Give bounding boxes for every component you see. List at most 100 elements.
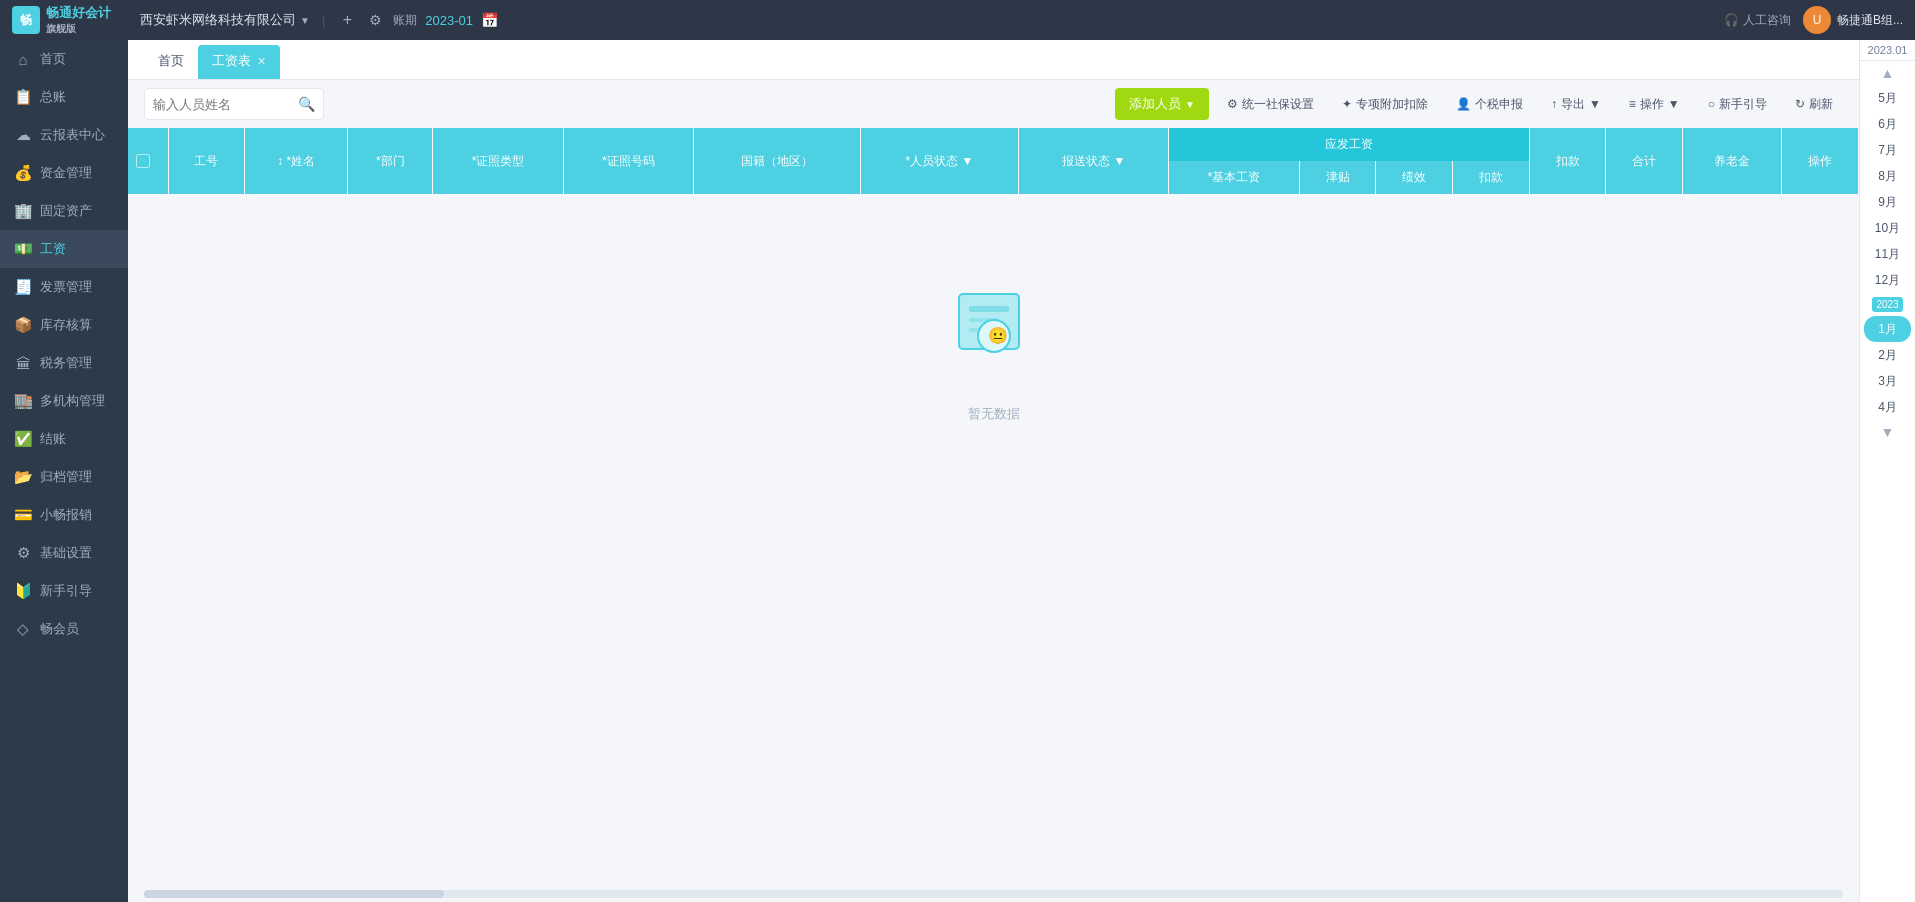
sidebar-item-settings[interactable]: ⚙ 基础设置 [0,534,128,572]
month-item-6[interactable]: 6月 [1860,111,1915,137]
sidebar-item-home[interactable]: ⌂ 首页 [0,40,128,78]
month-item-1[interactable]: 1月 [1864,316,1911,342]
salary-icon: 💵 [14,240,32,258]
personal-tax-icon: 👤 [1456,97,1471,111]
sidebar-item-invoice[interactable]: 🧾 发票管理 [0,268,128,306]
th-base-salary: *基本工资 [1169,161,1299,194]
sort-icon: ↕ [277,154,283,168]
select-all-checkbox[interactable] [136,154,150,168]
th-number: 工号 [168,128,245,194]
th-id-num: *证照号码 [563,128,693,194]
service-button[interactable]: 🎧 人工咨询 [1724,12,1791,29]
empty-text: 暂无数据 [968,405,1020,423]
month-item-9[interactable]: 9月 [1860,189,1915,215]
personal-tax-button[interactable]: 👤 个税申报 [1446,88,1533,120]
export-dropdown-icon: ▼ [1589,97,1601,111]
export-icon: ↑ [1551,97,1557,111]
topbar-right: 🎧 人工咨询 U 畅捷通B组... [1724,6,1903,34]
refresh-button[interactable]: ↻ 刷新 [1785,88,1843,120]
main-layout: ⌂ 首页 📋 总账 ☁ 云报表中心 💰 资金管理 🏢 固定资产 💵 工资 🧾 发… [0,40,1915,902]
th-id-type: *证照类型 [433,128,563,194]
table-wrapper: 工号 ↕ *姓名 *部门 *证照类型 *证照号码 国籍（地区） *人员状态 ▼ … [128,128,1859,886]
empty-state: 😐 暂无数据 [128,194,1859,503]
member-icon: ◇ [14,620,32,638]
month-item-4[interactable]: 4月 [1860,394,1915,420]
user-button[interactable]: U 畅捷通B组... [1803,6,1903,34]
calendar-icon[interactable]: 📅 [481,12,498,28]
empty-icon: 😐 [944,274,1044,393]
logo-icon: 畅 [12,6,40,34]
settings-icon[interactable]: ⚙ [365,10,385,30]
sidebar-item-inventory[interactable]: 📦 库存核算 [0,306,128,344]
special-deduct-button[interactable]: ✦ 专项附加扣除 [1332,88,1438,120]
report-status-filter-icon: ▼ [1114,154,1126,168]
toolbar: 🔍 添加人员 ▼ ⚙ 统一社保设置 ✦ 专项附加扣除 👤 个税申报 ↑ 导出 [128,80,1859,128]
add-person-button[interactable]: 添加人员 ▼ [1115,88,1209,120]
search-input[interactable] [153,97,292,112]
table-header-row1: 工号 ↕ *姓名 *部门 *证照类型 *证照号码 国籍（地区） *人员状态 ▼ … [128,128,1859,161]
month-item-12[interactable]: 12月 [1860,267,1915,293]
tabs-bar: 首页 工资表 ✕ [128,40,1859,80]
add-company-button[interactable]: + [337,10,357,30]
assets-icon: 🏢 [14,202,32,220]
th-pension: 养老金 [1683,128,1782,194]
search-field[interactable]: 🔍 [144,88,324,120]
month-item-8[interactable]: 8月 [1860,163,1915,189]
month-item-5[interactable]: 5月 [1860,85,1915,111]
social-settings-icon: ⚙ [1227,97,1238,111]
scroll-thumb[interactable] [144,890,444,898]
sidebar-item-archive[interactable]: 📂 归档管理 [0,458,128,496]
year-next-button[interactable]: ▼ [1860,420,1915,444]
multi-icon: 🏬 [14,392,32,410]
th-checkbox[interactable] [128,128,168,194]
refresh-icon: ↻ [1795,97,1805,111]
guide-button[interactable]: ○ 新手引导 [1698,88,1777,120]
sidebar-item-ledger[interactable]: 📋 总账 [0,78,128,116]
scroll-bar-area [128,886,1859,902]
sidebar-item-member[interactable]: ◇ 畅会员 [0,610,128,648]
sidebar-item-funds[interactable]: 💰 资金管理 [0,154,128,192]
month-item-3[interactable]: 3月 [1860,368,1915,394]
sidebar: ⌂ 首页 📋 总账 ☁ 云报表中心 💰 资金管理 🏢 固定资产 💵 工资 🧾 发… [0,40,128,902]
th-person-status[interactable]: *人员状态 ▼ [860,128,1019,194]
month-item-10[interactable]: 10月 [1860,215,1915,241]
add-person-dropdown-icon: ▼ [1185,99,1195,110]
basic-settings-icon: ⚙ [14,544,32,562]
month-item-11[interactable]: 11月 [1860,241,1915,267]
th-total: 合计 [1606,128,1683,194]
user-name: 畅捷通B组... [1837,12,1903,29]
guide-circle-icon: ○ [1708,97,1715,111]
export-button[interactable]: ↑ 导出 ▼ [1541,88,1611,120]
tab-close-icon[interactable]: ✕ [257,55,266,68]
salary-table: 工号 ↕ *姓名 *部门 *证照类型 *证照号码 国籍（地区） *人员状态 ▼ … [128,128,1859,194]
search-icon[interactable]: 🔍 [298,96,315,112]
period-label: 账期 [393,12,417,29]
sidebar-item-cloud[interactable]: ☁ 云报表中心 [0,116,128,154]
sidebar-item-tax[interactable]: 🏛 税务管理 [0,344,128,382]
year-prev-button[interactable]: ▲ [1860,61,1915,85]
operations-button[interactable]: ≡ 操作 ▼ [1619,88,1690,120]
tab-home[interactable]: 首页 [144,45,198,79]
social-settings-button[interactable]: ⚙ 统一社保设置 [1217,88,1324,120]
th-action: 操作 [1782,128,1859,194]
sidebar-item-assets[interactable]: 🏢 固定资产 [0,192,128,230]
month-item-2[interactable]: 2月 [1860,342,1915,368]
sidebar-item-multi[interactable]: 🏬 多机构管理 [0,382,128,420]
svg-text:😐: 😐 [988,326,1008,345]
th-name[interactable]: ↕ *姓名 [245,128,348,194]
month-item-7[interactable]: 7月 [1860,137,1915,163]
sidebar-item-settle[interactable]: ✅ 结账 [0,420,128,458]
sidebar-item-salary[interactable]: 💵 工资 [0,230,128,268]
logo-area: 畅 畅通好会计 旗舰版 [12,4,132,36]
company-dropdown-icon: ▼ [300,15,310,26]
sidebar-item-guide[interactable]: 🔰 新手引导 [0,572,128,610]
expense-icon: 💳 [14,506,32,524]
ledger-icon: 📋 [14,88,32,106]
tab-salary[interactable]: 工资表 ✕ [198,45,280,79]
th-region: 国籍（地区） [694,128,860,194]
sidebar-item-expense[interactable]: 💳 小畅报销 [0,496,128,534]
company-selector[interactable]: 西安虾米网络科技有限公司 ▼ [140,11,310,29]
avatar: U [1803,6,1831,34]
th-report-status[interactable]: 报送状态 ▼ [1019,128,1169,194]
scroll-track[interactable] [144,890,1843,898]
